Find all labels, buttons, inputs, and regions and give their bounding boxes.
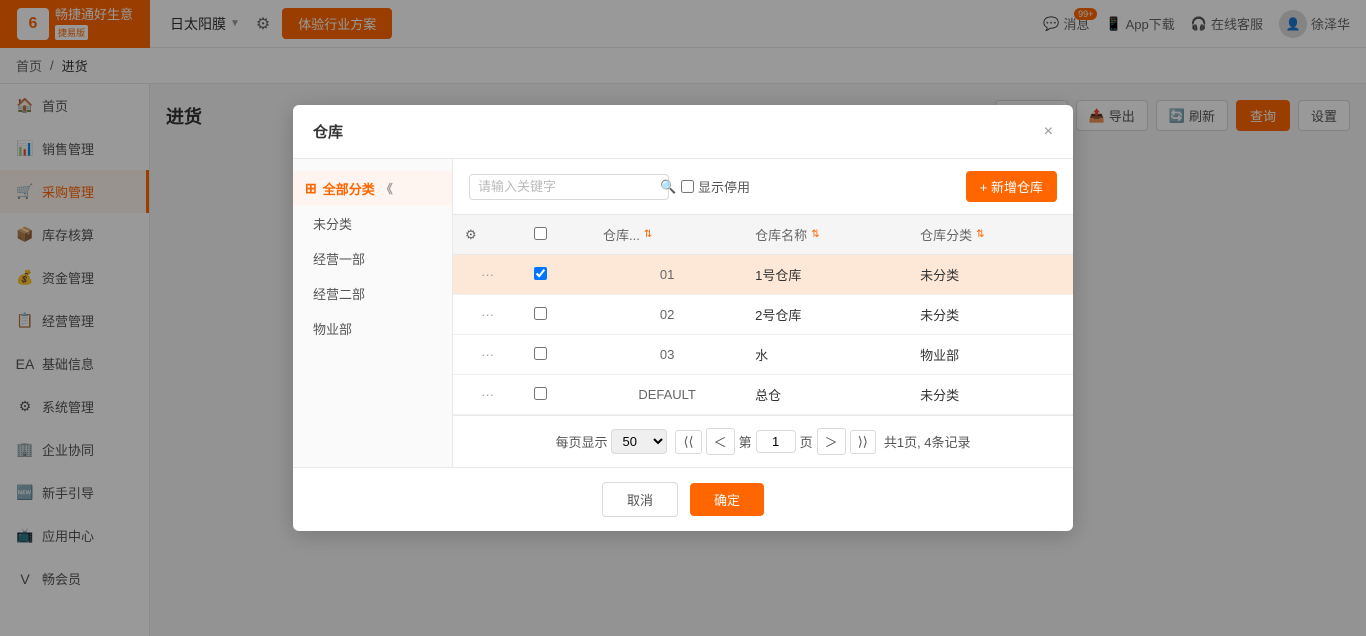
row-ellipsis-icon[interactable]: ··· bbox=[481, 307, 494, 322]
row-checkbox-cell bbox=[522, 375, 591, 415]
total-info: 共1页, 4条记录 bbox=[884, 432, 971, 451]
row-code: DEFAULT bbox=[591, 375, 743, 415]
category-panel: ⊞ 全部分类 《 未分类经营一部经营二部物业部 bbox=[293, 159, 453, 467]
per-page-dropdown[interactable]: 102050100 bbox=[611, 429, 667, 454]
last-page-button[interactable]: ⟩⟩ bbox=[850, 430, 876, 454]
show-disabled-text: 显示停用 bbox=[698, 177, 750, 196]
table-header-row: ⚙ 仓库... ⇅ 仓库名称 bbox=[453, 215, 1073, 255]
table-row[interactable]: ··· 01 1号仓库 未分类 bbox=[453, 255, 1073, 295]
row-category: 未分类 bbox=[908, 375, 1073, 415]
row-category: 物业部 bbox=[908, 335, 1073, 375]
row-actions[interactable]: ··· bbox=[453, 335, 522, 375]
row-name: 2号仓库 bbox=[743, 295, 908, 335]
row-actions[interactable]: ··· bbox=[453, 295, 522, 335]
settings-col-icon: ⚙ bbox=[465, 227, 477, 242]
modal-body: ⊞ 全部分类 《 未分类经营一部经营二部物业部 🔍 显示停用 bbox=[293, 159, 1073, 467]
sort-name[interactable]: 仓库名称 ⇅ bbox=[755, 225, 896, 244]
col-name-label: 仓库名称 bbox=[755, 225, 807, 244]
row-checkbox-cell bbox=[522, 295, 591, 335]
per-page-label: 每页显示 bbox=[555, 432, 607, 451]
category-list: 未分类经营一部经营二部物业部 bbox=[293, 206, 452, 346]
sort-code-icon: ⇅ bbox=[644, 229, 652, 240]
show-disabled-label[interactable]: 显示停用 bbox=[681, 177, 750, 196]
first-page-button[interactable]: ⟨⟨ bbox=[675, 430, 701, 454]
sort-category-icon: ⇅ bbox=[976, 229, 984, 240]
cancel-button[interactable]: 取消 bbox=[602, 482, 678, 517]
grid-icon: ⊞ bbox=[305, 180, 317, 197]
table-toolbar: 🔍 显示停用 + 新增仓库 bbox=[453, 159, 1073, 215]
col-checkbox bbox=[522, 215, 591, 255]
data-table: ⚙ 仓库... ⇅ 仓库名称 bbox=[453, 215, 1073, 415]
page-unit: 页 bbox=[800, 432, 813, 451]
row-checkbox[interactable] bbox=[534, 307, 547, 320]
modal-header: 仓库 × bbox=[293, 105, 1073, 159]
row-checkbox[interactable] bbox=[534, 347, 547, 360]
next-page-button[interactable]: ＞ bbox=[817, 428, 846, 455]
category-item-uncategorized[interactable]: 未分类 bbox=[293, 206, 452, 241]
pagination: 每页显示 102050100 ⟨⟨ ＜ 第 页 ＞ ⟩⟩ 共1页, 4条记录 bbox=[453, 415, 1073, 467]
col-name[interactable]: 仓库名称 ⇅ bbox=[743, 215, 908, 255]
row-actions[interactable]: ··· bbox=[453, 375, 522, 415]
sort-category[interactable]: 仓库分类 ⇅ bbox=[920, 225, 1061, 244]
category-item-property[interactable]: 物业部 bbox=[293, 311, 452, 346]
category-item-ops2[interactable]: 经营二部 bbox=[293, 276, 452, 311]
row-code: 03 bbox=[591, 335, 743, 375]
per-page-select: 每页显示 102050100 bbox=[555, 429, 667, 454]
table-row[interactable]: ··· DEFAULT 总仓 未分类 bbox=[453, 375, 1073, 415]
sort-name-icon: ⇅ bbox=[811, 229, 819, 240]
warehouse-table: ⚙ 仓库... ⇅ 仓库名称 bbox=[453, 215, 1073, 415]
search-input[interactable] bbox=[478, 179, 654, 194]
row-actions[interactable]: ··· bbox=[453, 255, 522, 295]
col-settings: ⚙ bbox=[453, 215, 522, 255]
row-ellipsis-icon[interactable]: ··· bbox=[481, 347, 494, 362]
select-all-checkbox[interactable] bbox=[534, 227, 547, 240]
page-number-input[interactable] bbox=[756, 430, 796, 453]
row-name: 1号仓库 bbox=[743, 255, 908, 295]
confirm-button[interactable]: 确定 bbox=[690, 483, 764, 516]
row-checkbox-cell bbox=[522, 255, 591, 295]
add-warehouse-button[interactable]: + 新增仓库 bbox=[966, 171, 1057, 202]
prev-page-button[interactable]: ＜ bbox=[706, 428, 735, 455]
show-disabled-checkbox[interactable] bbox=[681, 180, 694, 193]
table-head: ⚙ 仓库... ⇅ 仓库名称 bbox=[453, 215, 1073, 255]
col-category[interactable]: 仓库分类 ⇅ bbox=[908, 215, 1073, 255]
search-icon: 🔍 bbox=[660, 179, 676, 195]
row-ellipsis-icon[interactable]: ··· bbox=[481, 387, 494, 402]
page-nav: ⟨⟨ ＜ 第 页 ＞ ⟩⟩ bbox=[675, 428, 875, 455]
page-label: 第 bbox=[739, 432, 752, 451]
category-all-item[interactable]: ⊞ 全部分类 《 bbox=[293, 171, 452, 206]
warehouse-modal: 仓库 × ⊞ 全部分类 《 未分类经营一部经营二部物业部 🔍 bbox=[293, 105, 1073, 531]
table-row[interactable]: ··· 02 2号仓库 未分类 bbox=[453, 295, 1073, 335]
table-row[interactable]: ··· 03 水 物业部 bbox=[453, 335, 1073, 375]
row-checkbox[interactable] bbox=[534, 387, 547, 400]
category-item-ops1[interactable]: 经营一部 bbox=[293, 241, 452, 276]
row-code: 01 bbox=[591, 255, 743, 295]
row-code: 02 bbox=[591, 295, 743, 335]
row-name: 总仓 bbox=[743, 375, 908, 415]
modal-footer: 取消 确定 bbox=[293, 467, 1073, 531]
modal-close-button[interactable]: × bbox=[1044, 123, 1053, 141]
row-category: 未分类 bbox=[908, 255, 1073, 295]
table-panel: 🔍 显示停用 + 新增仓库 ⚙ bbox=[453, 159, 1073, 467]
row-checkbox[interactable] bbox=[534, 267, 547, 280]
table-body: ··· 01 1号仓库 未分类 ··· 02 2号仓库 未分类 ··· 03 水… bbox=[453, 255, 1073, 415]
row-name: 水 bbox=[743, 335, 908, 375]
category-all-label: 全部分类 bbox=[323, 179, 375, 198]
collapse-button[interactable]: 《 bbox=[381, 180, 393, 197]
sort-code[interactable]: 仓库... ⇅ bbox=[603, 225, 731, 244]
col-category-label: 仓库分类 bbox=[920, 225, 972, 244]
search-box: 🔍 bbox=[469, 174, 669, 200]
modal-overlay: 仓库 × ⊞ 全部分类 《 未分类经营一部经营二部物业部 🔍 bbox=[0, 0, 1366, 636]
col-code[interactable]: 仓库... ⇅ bbox=[591, 215, 743, 255]
row-ellipsis-icon[interactable]: ··· bbox=[481, 267, 494, 282]
modal-title: 仓库 bbox=[313, 121, 343, 142]
col-code-label: 仓库... bbox=[603, 225, 640, 244]
row-category: 未分类 bbox=[908, 295, 1073, 335]
row-checkbox-cell bbox=[522, 335, 591, 375]
